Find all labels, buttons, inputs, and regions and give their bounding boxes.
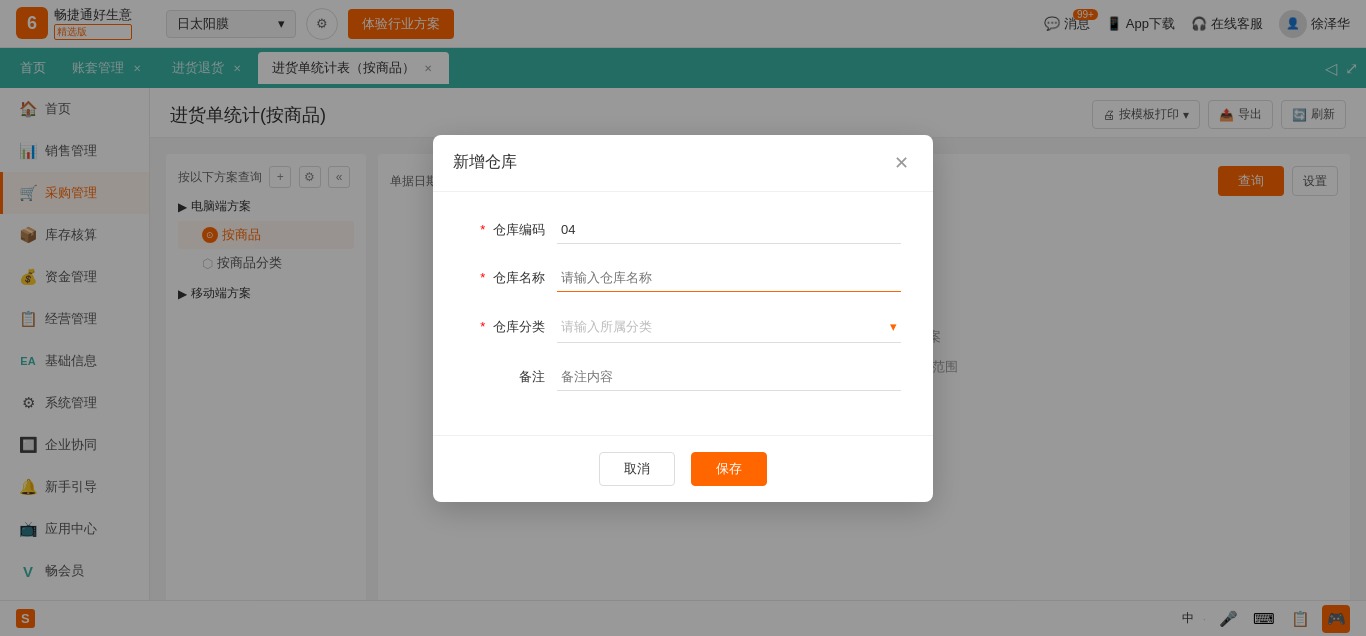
modal-body: * 仓库编码 * 仓库名称 * 仓库分类 请输入所属 <box>433 192 933 435</box>
category-select[interactable]: 请输入所属分类 ▾ <box>557 312 901 343</box>
code-input[interactable] <box>557 216 901 244</box>
save-button[interactable]: 保存 <box>691 452 767 486</box>
required-star-category: * <box>480 319 485 334</box>
cancel-button[interactable]: 取消 <box>599 452 675 486</box>
code-label: * 仓库编码 <box>465 221 545 239</box>
note-input[interactable] <box>557 363 901 391</box>
required-star-code: * <box>480 222 485 237</box>
modal-title: 新增仓库 <box>453 152 517 173</box>
name-label: * 仓库名称 <box>465 269 545 287</box>
modal-overlay[interactable]: 新增仓库 ✕ * 仓库编码 * 仓库名称 <box>0 0 1366 636</box>
form-row-code: * 仓库编码 <box>465 216 901 244</box>
note-label: 备注 <box>465 368 545 386</box>
category-placeholder: 请输入所属分类 <box>561 318 652 336</box>
modal-close-btn[interactable]: ✕ <box>889 151 913 175</box>
form-row-note: 备注 <box>465 363 901 391</box>
form-row-name: * 仓库名称 <box>465 264 901 292</box>
name-input[interactable] <box>557 264 901 292</box>
category-dropdown-icon: ▾ <box>890 319 897 334</box>
category-label: * 仓库分类 <box>465 318 545 336</box>
modal-header: 新增仓库 ✕ <box>433 135 933 192</box>
form-row-category: * 仓库分类 请输入所属分类 ▾ <box>465 312 901 343</box>
modal-new-warehouse: 新增仓库 ✕ * 仓库编码 * 仓库名称 <box>433 135 933 502</box>
modal-footer: 取消 保存 <box>433 435 933 502</box>
required-star-name: * <box>480 270 485 285</box>
